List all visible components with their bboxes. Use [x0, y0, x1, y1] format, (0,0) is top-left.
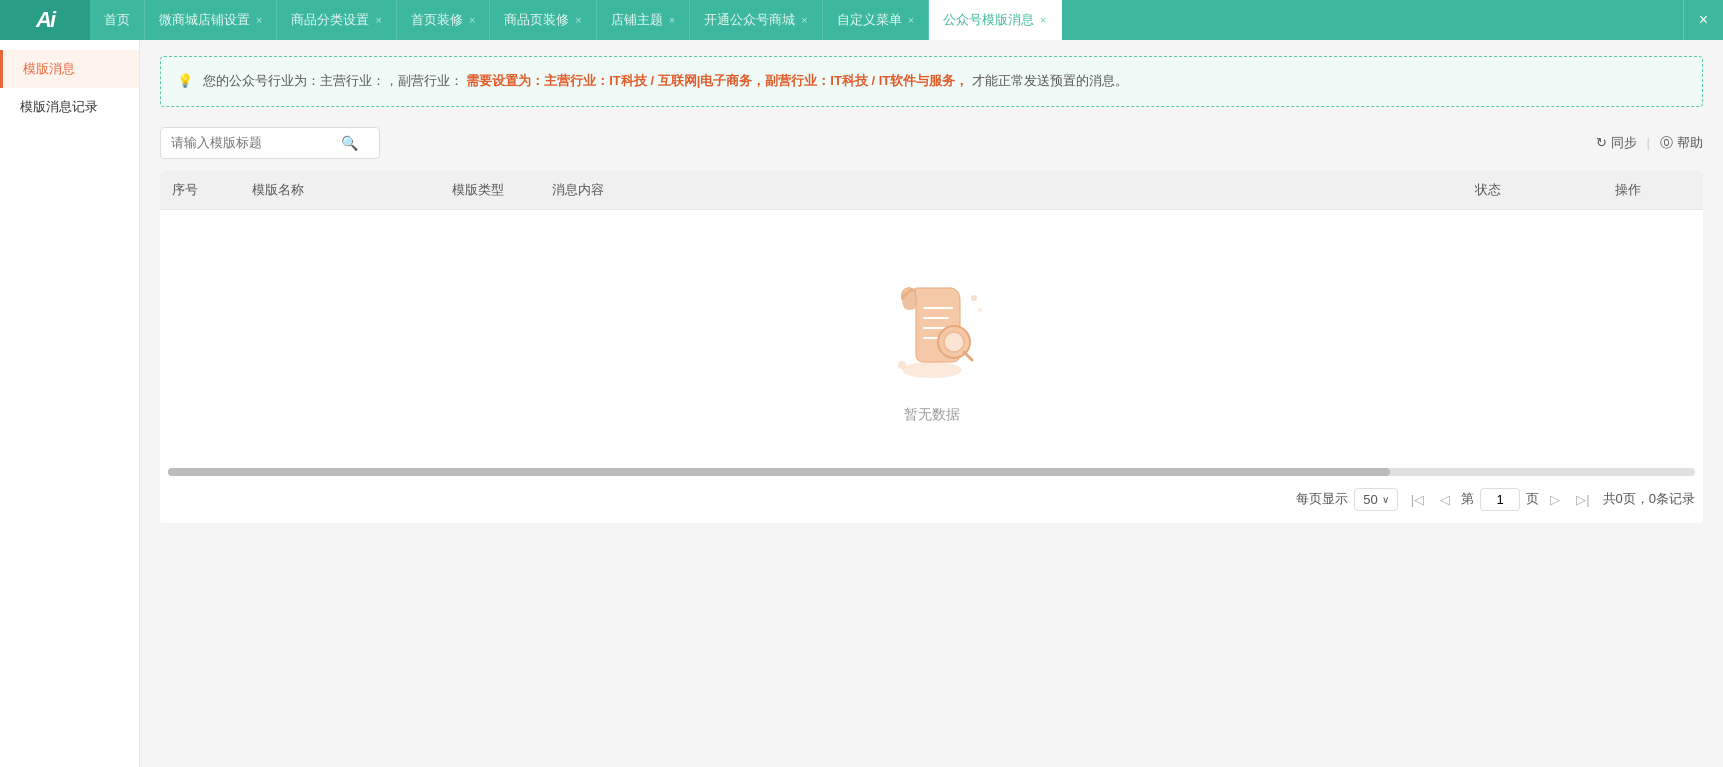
page-size-value: 50: [1363, 492, 1377, 507]
page-size-select: 每页显示 50 ∨: [1296, 488, 1397, 511]
sidebar-item-1[interactable]: 模版消息记录: [0, 88, 139, 126]
prev-page-button[interactable]: ◁: [1435, 489, 1455, 510]
page-label-pre: 第: [1461, 490, 1474, 508]
nav-tab-close-2[interactable]: ×: [375, 14, 381, 26]
last-page-button[interactable]: ▷|: [1571, 489, 1594, 510]
col-header-seq: 序号: [160, 171, 240, 210]
nav-tab-2[interactable]: 商品分类设置×: [277, 0, 396, 40]
nav-tab-5[interactable]: 店铺主题×: [597, 0, 690, 40]
chevron-down-icon: ∨: [1382, 494, 1389, 505]
help-icon: ⓪: [1660, 134, 1673, 152]
notice-highlight: 需要设置为：主营行业：IT科技 / 互联网|电子商务，副营行业：IT科技 / I…: [466, 73, 968, 88]
sync-button[interactable]: ↻ 同步: [1596, 134, 1637, 152]
empty-state: 暂无数据: [160, 210, 1703, 464]
bulb-icon: 💡: [177, 73, 193, 88]
col-header-action: 操作: [1603, 171, 1703, 210]
pagination: 每页显示 50 ∨ |◁ ◁ 第 页 ▷ ▷| 共0页，0条记录: [160, 476, 1703, 523]
divider: |: [1647, 135, 1650, 150]
col-header-type: 模版类型: [440, 171, 540, 210]
current-page-input[interactable]: [1480, 488, 1520, 511]
sync-label: 同步: [1611, 134, 1637, 152]
nav-tab-close-1[interactable]: ×: [256, 14, 262, 26]
svg-point-8: [971, 295, 977, 301]
svg-point-6: [944, 332, 964, 352]
nav-tabs: 首页微商城店铺设置×商品分类设置×首页装修×商品页装修×店铺主题×开通公众号商城…: [90, 0, 1683, 40]
nav-tab-close-4[interactable]: ×: [575, 14, 581, 26]
search-bar: 🔍 ↻ 同步 | ⓪ 帮助: [160, 127, 1703, 159]
next-page-button[interactable]: ▷: [1545, 489, 1565, 510]
content-area: 💡 您的公众号行业为：主营行业：，副营行业： 需要设置为：主营行业：IT科技 /…: [140, 40, 1723, 767]
sync-icon: ↻: [1596, 135, 1607, 150]
col-header-content: 消息内容: [540, 171, 1463, 210]
notice-box: 💡 您的公众号行业为：主营行业：，副营行业： 需要设置为：主营行业：IT科技 /…: [160, 56, 1703, 107]
page-nav: |◁ ◁ 第 页 ▷ ▷|: [1406, 488, 1595, 511]
data-table-wrapper: 序号 模版名称 模版类型 消息内容 状态 操作: [160, 171, 1703, 523]
close-all-button[interactable]: ×: [1683, 0, 1723, 40]
total-label: 共0页，0条记录: [1603, 490, 1695, 508]
logo: Ai: [0, 0, 90, 40]
scrollbar-track: [168, 468, 1695, 476]
table-header-row: 序号 模版名称 模版类型 消息内容 状态 操作: [160, 171, 1703, 210]
nav-tab-close-3[interactable]: ×: [469, 14, 475, 26]
svg-point-0: [902, 362, 962, 378]
horizontal-scrollbar[interactable]: [160, 464, 1703, 476]
toolbar-right: ↻ 同步 | ⓪ 帮助: [1596, 134, 1703, 152]
data-table: 序号 模版名称 模版类型 消息内容 状态 操作: [160, 171, 1703, 464]
help-label: 帮助: [1677, 134, 1703, 152]
nav-tab-3[interactable]: 首页装修×: [397, 0, 490, 40]
nav-tab-4[interactable]: 商品页装修×: [490, 0, 596, 40]
page-label-post: 页: [1526, 490, 1539, 508]
sidebar: 模版消息模版消息记录: [0, 40, 140, 767]
nav-tab-close-8[interactable]: ×: [1040, 14, 1046, 26]
page-size-label: 每页显示: [1296, 490, 1348, 508]
svg-point-10: [898, 361, 906, 369]
svg-line-7: [964, 352, 972, 360]
nav-tab-close-7[interactable]: ×: [908, 14, 914, 26]
sidebar-item-0[interactable]: 模版消息: [0, 50, 139, 88]
nav-tab-close-5[interactable]: ×: [669, 14, 675, 26]
notice-suffix: 才能正常发送预置的消息。: [972, 73, 1128, 88]
empty-illustration: [872, 270, 992, 390]
col-header-status: 状态: [1463, 171, 1603, 210]
top-nav: Ai 首页微商城店铺设置×商品分类设置×首页装修×商品页装修×店铺主题×开通公众…: [0, 0, 1723, 40]
nav-tab-6[interactable]: 开通公众号商城×: [690, 0, 822, 40]
main-layout: 模版消息模版消息记录 💡 您的公众号行业为：主营行业：，副营行业： 需要设置为：…: [0, 40, 1723, 767]
nav-tab-close-6[interactable]: ×: [801, 14, 807, 26]
empty-text: 暂无数据: [904, 406, 960, 424]
search-input-wrap[interactable]: 🔍: [160, 127, 380, 159]
help-button[interactable]: ⓪ 帮助: [1660, 134, 1703, 152]
empty-row: 暂无数据: [160, 209, 1703, 464]
col-header-name: 模版名称: [240, 171, 440, 210]
nav-tab-1[interactable]: 微商城店铺设置×: [145, 0, 277, 40]
nav-tab-0[interactable]: 首页: [90, 0, 145, 40]
scrollbar-thumb[interactable]: [168, 468, 1390, 476]
nav-tab-8[interactable]: 公众号模版消息×: [929, 0, 1061, 40]
svg-point-9: [978, 308, 982, 312]
nav-tab-7[interactable]: 自定义菜单×: [823, 0, 929, 40]
page-size-dropdown[interactable]: 50 ∨: [1354, 488, 1397, 511]
notice-prefix: 您的公众号行业为：主营行业：，副营行业：: [203, 73, 463, 88]
first-page-button[interactable]: |◁: [1406, 489, 1429, 510]
search-icon[interactable]: 🔍: [341, 135, 358, 151]
search-input[interactable]: [171, 135, 341, 150]
